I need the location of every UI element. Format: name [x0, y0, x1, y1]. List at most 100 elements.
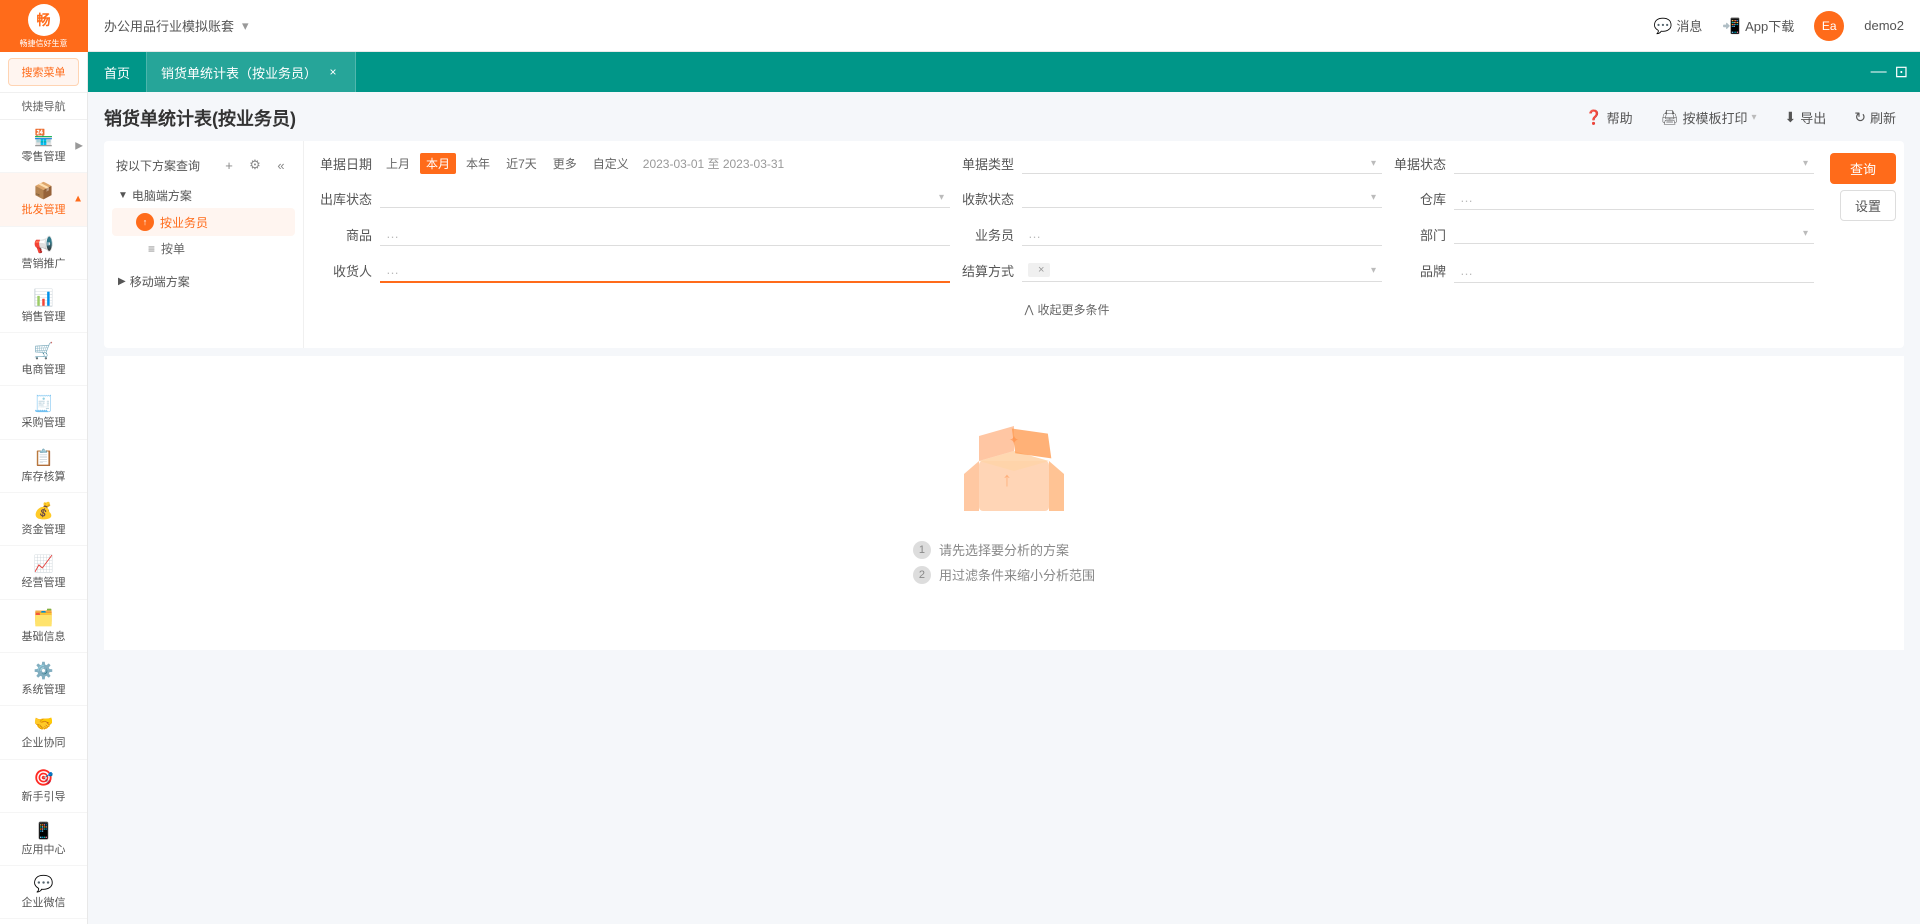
app-download-button[interactable]: 📲 App下载 [1722, 16, 1794, 35]
tab-home-label: 首页 [104, 63, 130, 82]
brand-input[interactable]: … [1454, 259, 1814, 283]
document-type-arrow-icon: ▾ [1371, 158, 1376, 169]
sidebar-item-system[interactable]: ⚙️ 系统管理 [0, 653, 87, 706]
template-print-button[interactable]: 🖨 按模板打印 ▾ [1653, 104, 1765, 131]
payment-status-select[interactable]: ▾ [1022, 188, 1382, 208]
mobile-scheme-header[interactable]: ▶ 移动端方案 [112, 269, 295, 294]
refresh-label: 刷新 [1870, 108, 1896, 127]
scheme-by-salesperson-label: 按业务员 [160, 214, 208, 231]
brand-dots-icon: … [1460, 263, 1473, 278]
salesperson-input[interactable]: … [1022, 222, 1382, 246]
empty-steps: 1 请先选择要分析的方案 2 用过滤条件来缩小分析范围 [913, 540, 1095, 590]
filter-row-2: 出库状态 ▾ 收款状态 [320, 186, 1814, 210]
settings-button[interactable]: 设置 [1840, 190, 1896, 221]
marketing-icon: 📢 [34, 235, 54, 255]
settlement-label: 结算方式 [962, 261, 1014, 280]
warehouse-field: 仓库 … [1394, 186, 1814, 210]
scheme-by-order-icon: ≡ [148, 242, 155, 256]
receiver-input[interactable]: … [380, 258, 950, 283]
desktop-group-label: 电脑端方案 [132, 187, 192, 204]
finance-icon: 💰 [34, 501, 54, 521]
outbound-status-arrow-icon: ▾ [939, 192, 944, 203]
goods-input[interactable]: … [380, 222, 950, 246]
username-label[interactable]: demo2 [1864, 18, 1904, 33]
date-btn-last-month[interactable]: 上月 [380, 153, 416, 174]
sidebar-item-sales[interactable]: 📊 销售管理 [0, 280, 87, 333]
tab-home[interactable]: 首页 [88, 52, 147, 92]
date-btn-custom[interactable]: 自定义 [587, 153, 635, 174]
scheme-icon: ↑ [136, 213, 154, 231]
page-actions: ❓ 帮助 🖨 按模板打印 ▾ ⬇ 导出 ↻ 刷新 [1577, 104, 1904, 131]
sidebar-item-marketing[interactable]: 📢 营销推广 [0, 227, 87, 280]
message-button[interactable]: 💬 消息 [1654, 16, 1703, 35]
sidebar-item-inventory[interactable]: 📋 库存核算 [0, 440, 87, 493]
help-button[interactable]: ❓ 帮助 [1577, 104, 1640, 131]
header-left: 办公用品行业模拟账套 ▾ [104, 16, 249, 35]
settlement-select[interactable]: × ▾ [1022, 259, 1382, 282]
sidebar-item-purchase[interactable]: 🧾 采购管理 [0, 386, 87, 439]
tab-maximize-icon[interactable]: ⊡ [1895, 62, 1908, 82]
document-status-select[interactable]: ▾ [1454, 154, 1814, 174]
salesperson-label: 业务员 [962, 225, 1014, 244]
document-type-select[interactable]: ▾ [1022, 154, 1382, 174]
collapse-sidebar-button[interactable]: « [271, 155, 291, 175]
scheme-by-order[interactable]: ≡ 按单 [112, 236, 295, 261]
svg-text:↑: ↑ [1002, 469, 1012, 491]
warehouse-input[interactable]: … [1454, 186, 1814, 210]
tab-close-icon[interactable]: × [325, 64, 341, 80]
sidebar-item-apps[interactable]: 📱 应用中心 [0, 813, 87, 866]
department-select[interactable]: ▾ [1454, 224, 1814, 244]
settings-scheme-button[interactable]: ⚙ [245, 155, 265, 175]
sidebar-item-ecommerce[interactable]: 🛒 电商管理 [0, 333, 87, 386]
sidebar-item-wechat[interactable]: 💬 企业微信 [0, 866, 87, 919]
date-btn-more[interactable]: 更多 [547, 153, 583, 174]
sidebar-item-basic[interactable]: 🗂️ 基础信息 [0, 600, 87, 653]
avatar[interactable]: Ea [1814, 11, 1844, 41]
sidebar-item-enterprise[interactable]: 🤝 企业协同 [0, 706, 87, 759]
settlement-tag-close-button[interactable]: × [1038, 264, 1044, 276]
sidebar-item-marketing-label: 营销推广 [22, 257, 66, 271]
tab-sales-stat[interactable]: 销货单统计表（按业务员） × [147, 52, 356, 92]
desktop-arrow-icon: ▼ [118, 190, 128, 201]
search-menu-button[interactable]: 搜索菜单 [8, 58, 79, 86]
outbound-status-select[interactable]: ▾ [380, 188, 950, 208]
scheme-by-salesperson[interactable]: ↑ 按业务员 [112, 208, 295, 236]
apps-icon: 📱 [34, 821, 54, 841]
add-scheme-button[interactable]: + [219, 155, 239, 175]
outbound-status-label: 出库状态 [320, 189, 372, 208]
date-btn-7days[interactable]: 近7天 [500, 153, 543, 174]
sidebar-item-finance[interactable]: 💰 资金管理 [0, 493, 87, 546]
sidebar-item-newbie[interactable]: 🎯 新手引导 [0, 760, 87, 813]
department-field: 部门 ▾ [1394, 224, 1814, 244]
desktop-scheme-header[interactable]: ▼ 电脑端方案 [112, 183, 295, 208]
sidebar-item-member[interactable]: 👤 畅会员 [0, 919, 87, 924]
receiver-label: 收货人 [320, 261, 372, 280]
ecommerce-icon: 🛒 [34, 341, 54, 361]
date-btn-this-year[interactable]: 本年 [460, 153, 496, 174]
date-btn-this-month[interactable]: 本月 [420, 153, 456, 174]
tab-minimize-icon[interactable]: — [1871, 63, 1887, 81]
page-inner: 销货单统计表(按业务员) ❓ 帮助 🖨 按模板打印 ▾ ⬇ 导出 [88, 92, 1920, 662]
document-type-label: 单据类型 [962, 154, 1014, 173]
logo-text: 畅捷信好生意 [20, 38, 68, 49]
sidebar-item-operations[interactable]: 📈 经营管理 [0, 546, 87, 599]
collapse-more-button[interactable]: ⋀ 收起更多条件 [1024, 295, 1109, 324]
sidebar-item-retail[interactable]: 🏪 零售管理 ▶ [0, 120, 87, 173]
document-status-arrow-icon: ▾ [1803, 158, 1808, 169]
filter-form: 单据日期 上月 本月 本年 近7天 更多 自定义 [304, 141, 1830, 348]
sidebar-logo: 畅 畅捷信好生意 [0, 0, 88, 52]
query-button[interactable]: 查询 [1830, 153, 1896, 184]
sidebar-menu: 🏪 零售管理 ▶ 📦 批发管理 ▲ 📢 营销推广 📊 销售管理 🛒 电商管理 🧾… [0, 120, 87, 924]
sidebar-item-wholesale[interactable]: 📦 批发管理 ▲ [0, 173, 87, 226]
empty-icon: ✦ ↑ [954, 416, 1054, 516]
system-icon: ⚙️ [34, 661, 54, 681]
date-filter: 上月 本月 本年 近7天 更多 自定义 2023-03-01 至 2023-03… [380, 153, 950, 174]
sidebar-item-wechat-label: 企业微信 [22, 896, 66, 910]
export-button[interactable]: ⬇ 导出 [1777, 104, 1835, 131]
collapse-arrow-icon: ⋀ [1024, 303, 1033, 316]
refresh-button[interactable]: ↻ 刷新 [1846, 104, 1904, 131]
quick-nav-button[interactable]: 快捷导航 [8, 98, 79, 114]
breadcrumb-arrow-icon[interactable]: ▾ [242, 18, 249, 34]
page-title-bar: 销货单统计表(按业务员) ❓ 帮助 🖨 按模板打印 ▾ ⬇ 导出 [104, 104, 1904, 131]
breadcrumb: 办公用品行业模拟账套 [104, 16, 234, 35]
